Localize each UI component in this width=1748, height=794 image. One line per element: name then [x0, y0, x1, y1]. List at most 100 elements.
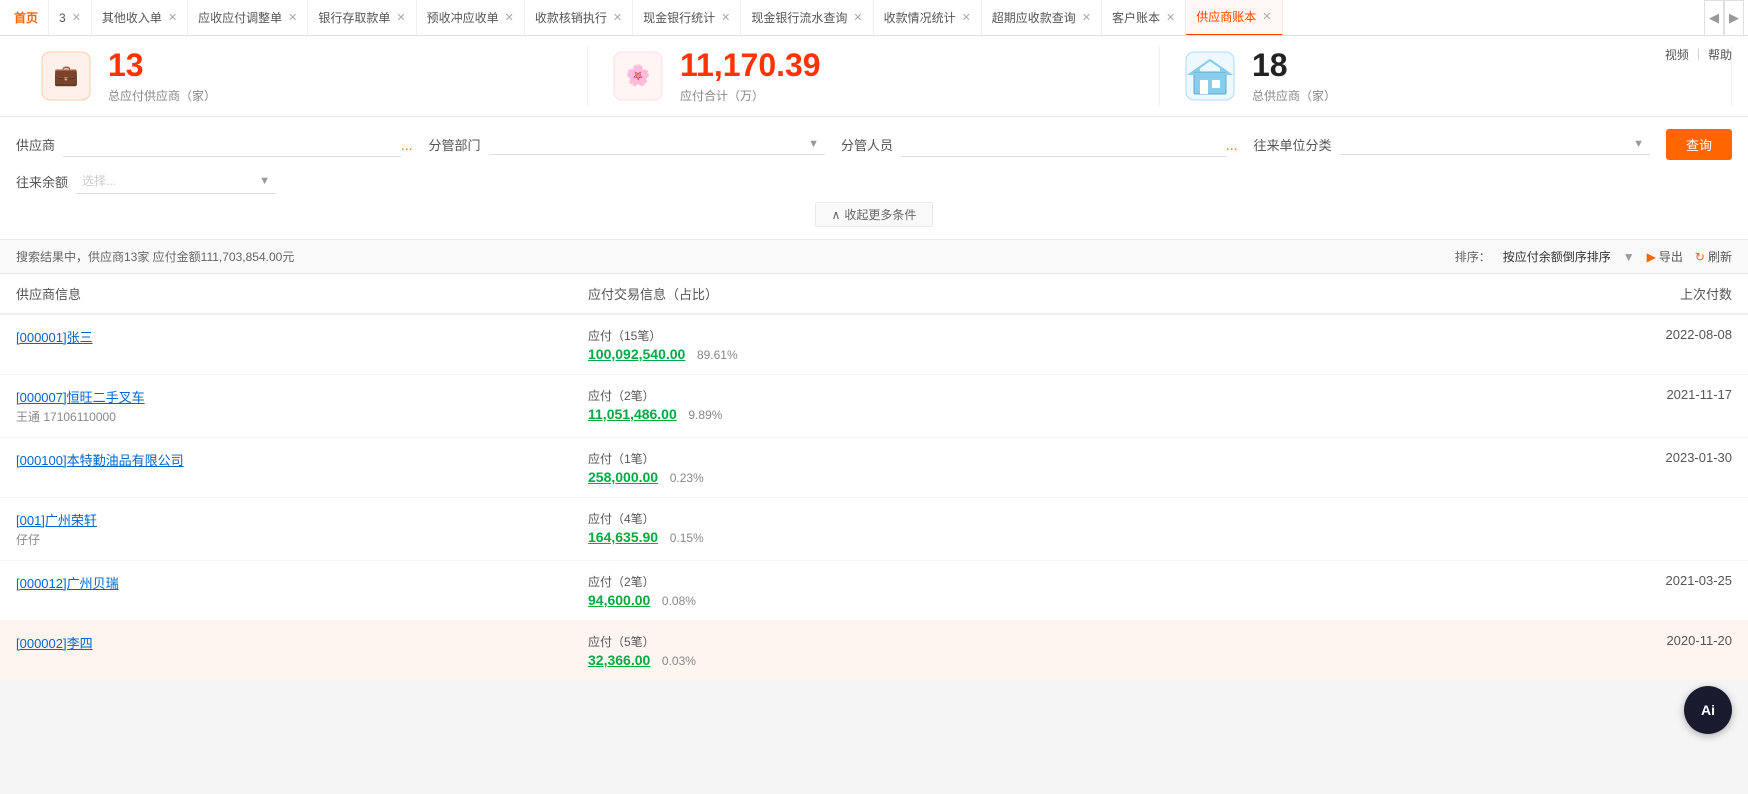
nav-tab-bank-deposit-close[interactable]: ✕	[396, 11, 405, 24]
nav-tab-3[interactable]: 3 ✕	[49, 0, 92, 36]
table-row[interactable]: [001]广州荣轩 仔仔 应付（4笔） 164,635.90 0.15%	[0, 498, 1748, 561]
trans-amount-2[interactable]: 258,000.00	[588, 469, 658, 485]
filter-category: 往来单位分类 ▼	[1254, 134, 1651, 155]
collapse-button[interactable]: ∧ 收起更多条件	[815, 202, 934, 227]
data-table: 供应商信息 应付交易信息（占比） 上次付数 [000001]张三 应付（15笔）…	[0, 274, 1748, 681]
trans-label-3: 应付（4笔）	[588, 510, 1274, 527]
video-link[interactable]: 视频	[1665, 46, 1689, 63]
table-row[interactable]: [000012]广州贝瑞 应付（2笔） 94,600.00 0.08% 2021…	[0, 561, 1748, 621]
trans-label-0: 应付（15笔）	[588, 327, 1274, 344]
trans-percent-5: 0.03%	[662, 654, 696, 668]
nav-tab-collection-stat[interactable]: 收款情况统计 ✕	[874, 0, 982, 36]
nav-tab-home[interactable]: 首页	[4, 0, 49, 36]
supplier-label: 供应商	[16, 135, 55, 154]
trans-label-5: 应付（5笔）	[588, 633, 1274, 650]
balance-placeholder: 选择...	[82, 172, 116, 189]
nav-tab-cash-stat-label: 现金银行统计	[643, 9, 715, 26]
nav-tab-ar-adjust[interactable]: 应收应付调整单 ✕	[188, 0, 308, 36]
nav-tab-advance-offset-close[interactable]: ✕	[505, 11, 514, 24]
nav-tab-cash-stat-close[interactable]: ✕	[721, 11, 730, 24]
stat-total-amount: 🌸 11,170.39 应付合计（万）	[588, 46, 1160, 106]
svg-text:💼: 💼	[54, 65, 79, 87]
result-text: 搜索结果中，供应商13家 应付金额111,703,854.00元	[16, 250, 294, 264]
filter-supplier: 供应商 ...	[16, 133, 413, 157]
table-row[interactable]: [000100]本特勤油品有限公司 应付（1笔） 258,000.00 0.23…	[0, 438, 1748, 498]
supplier-link-2[interactable]: [000100]本特勤油品有限公司	[16, 450, 588, 469]
nav-tab-supplier-ledger-close[interactable]: ✕	[1262, 10, 1271, 23]
supplier-contact-1: 王通 17106110000	[16, 408, 588, 425]
person-input[interactable]	[901, 133, 1226, 157]
nav-tab-cash-flow[interactable]: 现金银行流水查询 ✕	[741, 0, 873, 36]
category-label: 往来单位分类	[1254, 135, 1332, 154]
nav-tab-customer-ledger[interactable]: 客户账本 ✕	[1102, 0, 1186, 36]
trans-amount-0[interactable]: 100,092,540.00	[588, 346, 685, 362]
sort-dropdown-icon[interactable]: ▼	[1623, 250, 1635, 264]
transaction-cell-2: 应付（1笔） 258,000.00 0.23%	[588, 450, 1274, 485]
table-row[interactable]: [000007]恒旺二手叉车 王通 17106110000 应付（2笔） 11,…	[0, 375, 1748, 438]
trans-amount-4[interactable]: 94,600.00	[588, 592, 650, 608]
result-bar: 搜索结果中，供应商13家 应付金额111,703,854.00元 排序： 按应付…	[0, 240, 1748, 274]
nav-tab-supplier-ledger-label: 供应商账本	[1196, 8, 1256, 25]
nav-tab-3-close[interactable]: ✕	[72, 11, 81, 24]
refresh-icon: ↻	[1695, 250, 1705, 264]
nav-tab-bank-deposit-label: 银行存取款单	[318, 9, 390, 26]
supplier-link-4[interactable]: [000012]广州贝瑞	[16, 573, 588, 592]
nav-tab-collection-exec[interactable]: 收款核销执行 ✕	[525, 0, 633, 36]
help-link[interactable]: 帮助	[1708, 46, 1732, 63]
stat-total-supplier-content: 18 总供应商（家）	[1252, 48, 1336, 104]
nav-tab-supplier-ledger[interactable]: 供应商账本 ✕	[1186, 0, 1282, 36]
nav-tab-advance-offset[interactable]: 预收冲应收单 ✕	[417, 0, 525, 36]
nav-tab-advance-offset-label: 预收冲应收单	[427, 9, 499, 26]
supplier-link-3[interactable]: [001]广州荣轩	[16, 510, 588, 529]
table-row[interactable]: [000001]张三 应付（15笔） 100,092,540.00 89.61%…	[0, 315, 1748, 375]
nav-next-arrow[interactable]: ▶	[1724, 0, 1744, 36]
nav-tab-other-income[interactable]: 其他收入单 ✕	[92, 0, 188, 36]
stats-actions: 视频 | 帮助	[1665, 46, 1732, 63]
stat-amount-label: 应付合计（万）	[680, 87, 821, 104]
nav-arrows: ◀ ▶	[1704, 0, 1744, 36]
trans-amount-3[interactable]: 164,635.90	[588, 529, 658, 545]
supplier-input[interactable]	[63, 133, 401, 157]
trans-label-4: 应付（2笔）	[588, 573, 1274, 590]
supplier-link-1[interactable]: [000007]恒旺二手叉车	[16, 387, 588, 406]
transaction-cell-3: 应付（4笔） 164,635.90 0.15%	[588, 510, 1274, 545]
nav-tab-customer-ledger-close[interactable]: ✕	[1166, 11, 1175, 24]
lastpay-cell-1: 2021-11-17	[1274, 387, 1732, 402]
nav-tab-ar-adjust-close[interactable]: ✕	[288, 11, 297, 24]
table-header: 供应商信息 应付交易信息（占比） 上次付数	[0, 274, 1748, 315]
dept-select[interactable]: ▼	[489, 134, 825, 155]
nav-tab-cash-stat[interactable]: 现金银行统计 ✕	[633, 0, 741, 36]
nav-prev-arrow[interactable]: ◀	[1704, 0, 1724, 36]
supplier-ellipsis[interactable]: ...	[401, 137, 413, 153]
transaction-cell-4: 应付（2笔） 94,600.00 0.08%	[588, 573, 1274, 608]
nav-tab-cash-flow-close[interactable]: ✕	[853, 11, 862, 24]
trans-amount-5[interactable]: 32,366.00	[588, 652, 650, 668]
nav-tab-overdue-ar[interactable]: 超期应收款查询 ✕	[982, 0, 1102, 36]
trans-amount-1[interactable]: 11,051,486.00	[588, 406, 677, 422]
payable-suppliers-icon: 💼	[36, 46, 96, 106]
export-button[interactable]: ▶ 导出	[1647, 248, 1683, 265]
nav-tab-collection-stat-close[interactable]: ✕	[962, 11, 971, 24]
nav-tab-other-income-close[interactable]: ✕	[168, 11, 177, 24]
collapse-section: ∧ 收起更多条件	[16, 202, 1732, 227]
top-navigation: 首页 3 ✕ 其他收入单 ✕ 应收应付调整单 ✕ 银行存取款单 ✕ 预收冲应收单…	[0, 0, 1748, 36]
sort-value[interactable]: 按应付余额倒序排序	[1503, 248, 1611, 265]
balance-label: 往来余额	[16, 172, 68, 191]
filter-area: 供应商 ... 分管部门 ▼ 分管人员 ... 往来单位分类 ▼ 查询	[0, 117, 1748, 240]
transaction-cell-0: 应付（15笔） 100,092,540.00 89.61%	[588, 327, 1274, 362]
nav-tab-overdue-ar-close[interactable]: ✕	[1082, 11, 1091, 24]
supplier-link-5[interactable]: [000002]李四	[16, 633, 588, 652]
balance-select[interactable]: 选择... ▼	[76, 168, 276, 194]
nav-tab-collection-exec-close[interactable]: ✕	[613, 11, 622, 24]
nav-tab-other-income-label: 其他收入单	[102, 9, 162, 26]
supplier-link-0[interactable]: [000001]张三	[16, 327, 588, 346]
supplier-cell-4: [000012]广州贝瑞	[16, 573, 588, 592]
ai-button[interactable]: Ai	[1684, 686, 1732, 734]
table-row[interactable]: [000002]李四 应付（5笔） 32,366.00 0.03% 2020-1…	[0, 621, 1748, 681]
category-select[interactable]: ▼	[1340, 134, 1650, 155]
query-button[interactable]: 查询	[1666, 129, 1732, 160]
trans-percent-4: 0.08%	[662, 594, 696, 608]
person-ellipsis[interactable]: ...	[1226, 137, 1238, 153]
nav-tab-bank-deposit[interactable]: 银行存取款单 ✕	[308, 0, 416, 36]
refresh-button[interactable]: ↻ 刷新	[1695, 248, 1732, 265]
